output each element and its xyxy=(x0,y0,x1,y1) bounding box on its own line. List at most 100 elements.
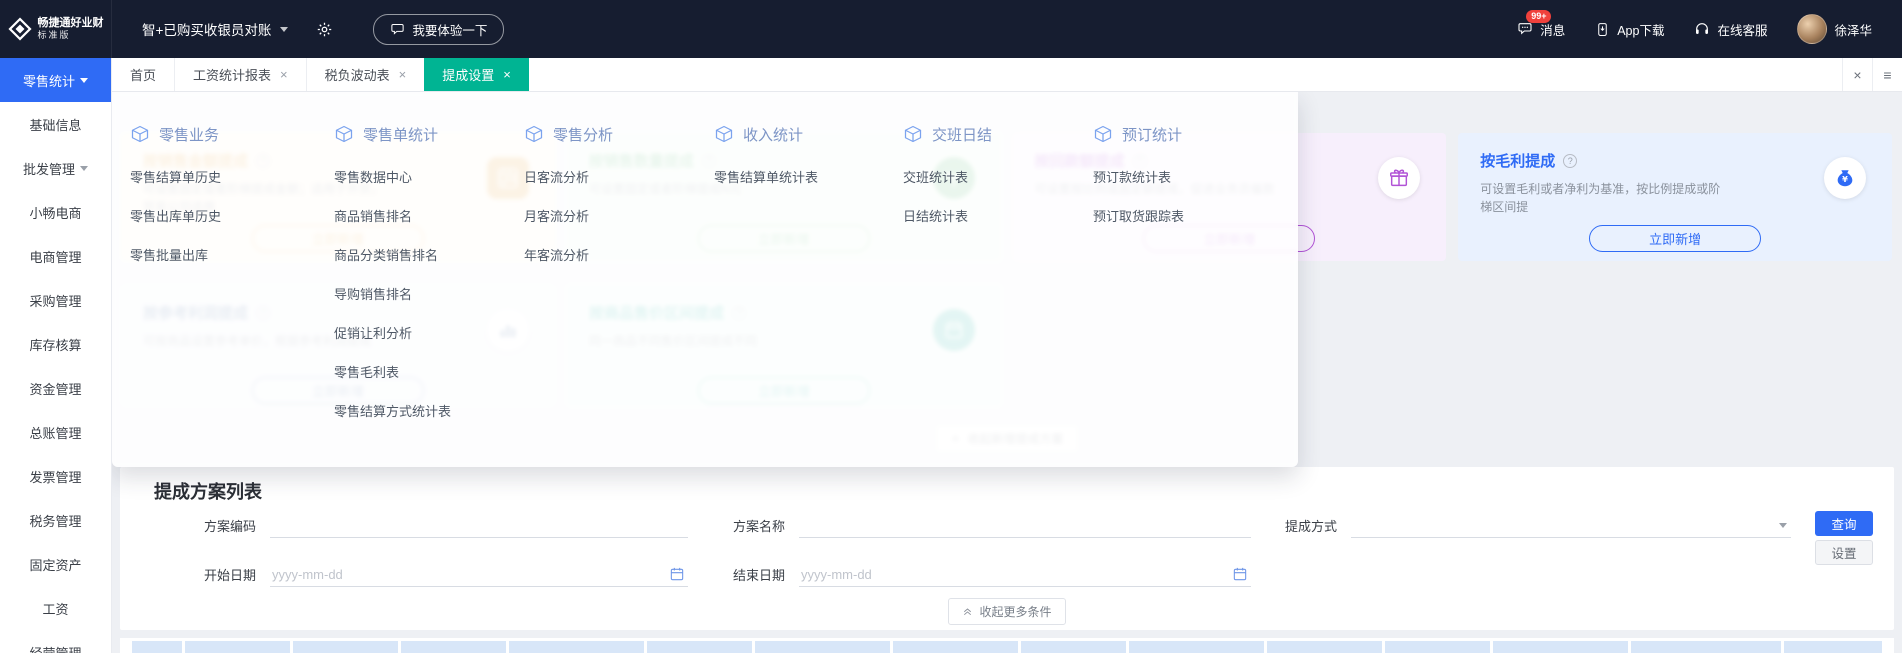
menu-item[interactable]: 交班统计表 xyxy=(903,158,1099,197)
plan-code-label: 方案编码 xyxy=(204,518,257,534)
sidebar-item-operations-management[interactable]: 经营管理 xyxy=(0,630,111,653)
sidebar: 零售统计 基础信息 批发管理 小畅电商 电商管理 采购管理 库存核算 资金管理 总账管理 发票管理… xyxy=(0,58,112,653)
sidebar-item-ecommerce-management[interactable]: 电商管理 xyxy=(0,234,111,278)
menu-item[interactable]: 促销让利分析 xyxy=(334,314,530,353)
menu-item[interactable]: 商品分类销售排名 xyxy=(334,236,530,275)
table-header-cell[interactable] xyxy=(132,641,182,653)
cube-icon xyxy=(903,124,923,144)
commission-type-select[interactable] xyxy=(1351,512,1791,538)
end-date-input[interactable] xyxy=(799,561,1251,587)
table-header-row xyxy=(132,641,1882,653)
info-icon[interactable]: ? xyxy=(1563,153,1578,168)
menu-item[interactable]: 零售批量出库 xyxy=(130,236,326,275)
headset-icon xyxy=(1694,21,1710,37)
start-date-input[interactable] xyxy=(270,561,688,587)
tabs: 首页 工资统计报表 × 税负波动表 × 提成设置 × xyxy=(112,58,529,91)
logo-title: 畅捷通好业财 xyxy=(37,16,104,29)
chat-bubble-icon xyxy=(390,22,405,37)
table-header-cell[interactable] xyxy=(1385,641,1490,653)
plan-name-input[interactable] xyxy=(799,512,1251,538)
menu-item[interactable]: 零售毛利表 xyxy=(334,353,530,392)
sidebar-item-fixed-assets[interactable]: 固定资产 xyxy=(0,542,111,586)
menu-item[interactable]: 月客流分析 xyxy=(524,197,720,236)
sidebar-item-invoice-management[interactable]: 发票管理 xyxy=(0,454,111,498)
tab-list-icon[interactable]: ≡ xyxy=(1872,58,1902,91)
table-header-cell[interactable] xyxy=(1021,641,1126,653)
menu-item[interactable]: 日结统计表 xyxy=(903,197,1099,236)
sidebar-item-retail-statistics[interactable]: 零售统计 xyxy=(0,58,111,102)
menu-item[interactable]: 零售出库单历史 xyxy=(130,197,326,236)
collapse-filters-button[interactable]: 收起更多条件 xyxy=(948,598,1066,625)
calendar-icon[interactable] xyxy=(669,566,685,582)
sidebar-item-basic-info[interactable]: 基础信息 xyxy=(0,102,111,146)
tab-commission-settings[interactable]: 提成设置 × xyxy=(424,58,529,91)
menu-item[interactable]: 导购销售排名 xyxy=(334,275,530,314)
table-header-cell[interactable] xyxy=(509,641,644,653)
card-description: 可设置毛利或者净利为基准，按比例提成或阶梯区间提 xyxy=(1480,182,1721,214)
menu-column-shift-settlement: 交班日结 交班统计表 日结统计表 xyxy=(903,122,1099,236)
sidebar-item-inventory-accounting[interactable]: 库存核算 xyxy=(0,322,111,366)
tab-home[interactable]: 首页 xyxy=(112,58,174,91)
message-icon: 99+ xyxy=(1517,10,1552,37)
tab-salary-statistics-report[interactable]: 工资统计报表 × xyxy=(174,58,306,91)
sidebar-item-funds-management[interactable]: 资金管理 xyxy=(0,366,111,410)
sidebar-item-tax-management[interactable]: 税务管理 xyxy=(0,498,111,542)
table-header-cell[interactable] xyxy=(293,641,398,653)
table-header-cell[interactable] xyxy=(1784,641,1882,653)
calendar-icon[interactable] xyxy=(1232,566,1248,582)
retail-statistics-mega-menu: 零售业务 零售结算单历史 零售出库单历史 零售批量出库 零售单统计 零售数据中心 商品销售排… xyxy=(112,92,1298,467)
sidebar-item-salary[interactable]: 工资 xyxy=(0,586,111,630)
close-icon[interactable]: × xyxy=(399,67,407,82)
plan-list-panel: 提成方案列表 方案编码 方案名称 提成方式 查询 设置 开始日期 yyyy-mm… xyxy=(120,467,1894,630)
table-header-cell[interactable] xyxy=(185,641,290,653)
table-header-cell[interactable] xyxy=(401,641,506,653)
user-menu[interactable]: 徐泽华 xyxy=(1797,14,1872,44)
app-logo: 畅捷通好业财 标准版 xyxy=(0,0,112,58)
table-header-cell[interactable] xyxy=(1267,641,1382,653)
table-header-cell[interactable] xyxy=(647,641,752,653)
menu-item[interactable]: 零售数据中心 xyxy=(334,158,530,197)
workspace-selector-label: 智+已购买收银员对账 xyxy=(142,23,272,38)
experience-button[interactable]: 我要体验一下 xyxy=(373,13,505,45)
cube-icon xyxy=(1093,124,1113,144)
chevron-down-icon xyxy=(80,77,88,83)
menu-item[interactable]: 零售结算单历史 xyxy=(130,158,326,197)
plan-code-input[interactable] xyxy=(270,512,688,538)
menu-item[interactable]: 预订款统计表 xyxy=(1093,158,1289,197)
moneybag-icon: ¥ xyxy=(1824,157,1866,199)
menu-item[interactable]: 预订取货跟踪表 xyxy=(1093,197,1289,236)
sidebar-item-general-ledger[interactable]: 总账管理 xyxy=(0,410,111,454)
menu-column-retail-business: 零售业务零售结算单历史 零售出库单历史 零售批量出库 xyxy=(130,122,326,275)
settings-button[interactable]: 设置 xyxy=(1815,540,1873,565)
messages-button[interactable]: 99+ 消息 xyxy=(1517,10,1565,39)
online-support-button[interactable]: 在线客服 xyxy=(1694,20,1767,39)
sidebar-item-purchase-management[interactable]: 采购管理 xyxy=(0,278,111,322)
table-header-cell[interactable] xyxy=(893,641,1018,653)
menu-column-retail-analysis: 零售分析 日客流分析 月客流分析 年客流分析 xyxy=(524,122,720,275)
menu-item[interactable]: 年客流分析 xyxy=(524,236,720,275)
start-date-label: 开始日期 xyxy=(204,567,257,583)
menu-column-title: 零售业务 xyxy=(159,126,220,144)
menu-item[interactable]: 零售结算方式统计表 xyxy=(334,392,530,431)
workspace-selector[interactable]: 智+已购买收银员对账 xyxy=(142,19,289,39)
menu-item[interactable]: 商品销售排名 xyxy=(334,197,530,236)
app-download-button[interactable]: App下载 xyxy=(1595,20,1664,39)
add-plan-button[interactable]: 立即新增 xyxy=(1589,225,1762,252)
table-header-cell[interactable] xyxy=(755,641,890,653)
table-header-cell[interactable] xyxy=(1129,641,1264,653)
close-tabs-icon[interactable]: × xyxy=(1842,58,1872,91)
sidebar-item-wholesale-management[interactable]: 批发管理 xyxy=(0,146,111,190)
menu-item[interactable]: 日客流分析 xyxy=(524,158,720,197)
avatar xyxy=(1797,14,1828,44)
gear-icon[interactable] xyxy=(316,21,333,38)
close-icon[interactable]: × xyxy=(503,67,511,82)
menu-item[interactable]: 零售结算单统计表 xyxy=(714,158,910,197)
tabbar: 首页 工资统计报表 × 税负波动表 × 提成设置 × × ≡ xyxy=(112,58,1902,92)
table-header-cell[interactable] xyxy=(1631,641,1781,653)
sidebar-item-xiaochang-ecommerce[interactable]: 小畅电商 xyxy=(0,190,111,234)
close-icon[interactable]: × xyxy=(280,67,288,82)
tab-tax-fluctuation-report[interactable]: 税负波动表 × xyxy=(305,58,425,91)
table-header-cell[interactable] xyxy=(1493,641,1628,653)
section-title: 提成方案列表 xyxy=(154,482,262,502)
query-button[interactable]: 查询 xyxy=(1815,511,1873,536)
